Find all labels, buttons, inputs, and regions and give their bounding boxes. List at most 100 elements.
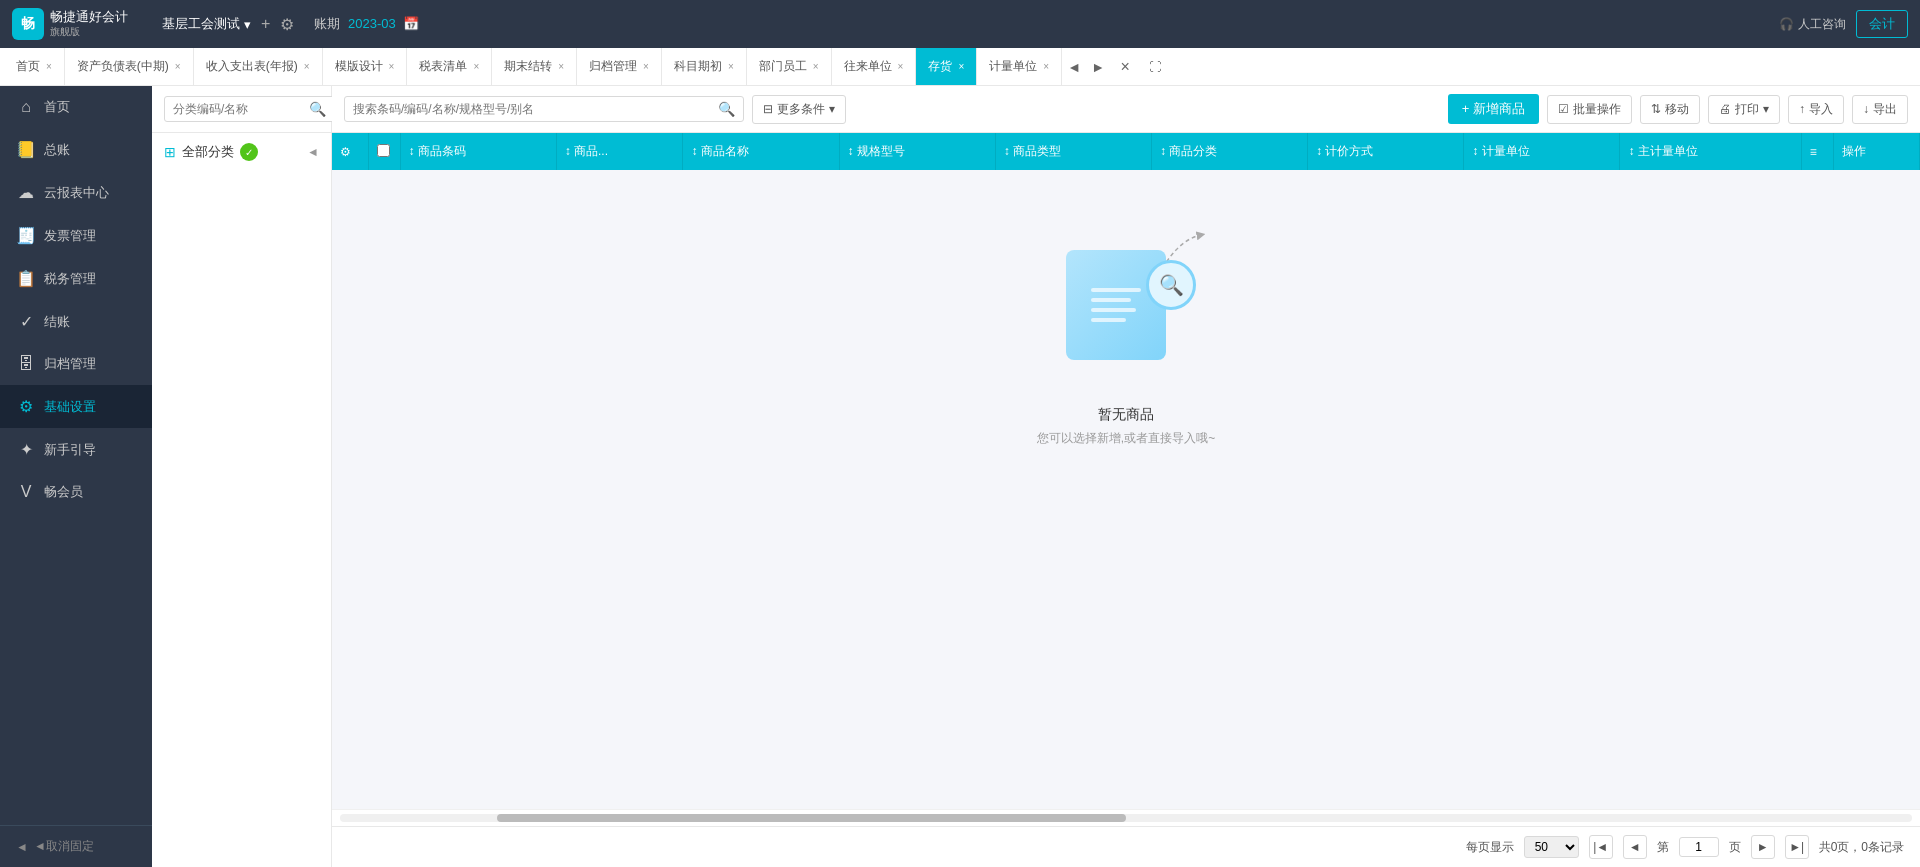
tab-subject[interactable]: 科目期初 × bbox=[662, 48, 747, 86]
scrollbar-track[interactable] bbox=[340, 814, 1912, 822]
calendar-icon[interactable]: 📅 bbox=[403, 16, 419, 31]
tab-tax-list[interactable]: 税表清单 × bbox=[407, 48, 492, 86]
tab-close-income[interactable]: × bbox=[304, 61, 310, 72]
col-more[interactable]: ≡ bbox=[1801, 133, 1833, 170]
sidebar-label-guide: 新手引导 bbox=[44, 441, 96, 459]
doc-lines bbox=[1075, 272, 1157, 338]
company-name: 基层工会测试 bbox=[162, 15, 240, 33]
tab-close-tax[interactable]: × bbox=[473, 61, 479, 72]
col-price-method[interactable]: ↕ 计价方式 bbox=[1308, 133, 1464, 170]
category-search-box[interactable]: 🔍 bbox=[164, 96, 335, 122]
tab-close-dept[interactable]: × bbox=[813, 61, 819, 72]
tab-expand-btn[interactable]: ⛶ bbox=[1140, 48, 1170, 86]
tab-close-archive[interactable]: × bbox=[643, 61, 649, 72]
page-next-btn[interactable]: ► bbox=[1751, 835, 1775, 859]
company-selector[interactable]: 基层工会测试 ▾ bbox=[162, 15, 251, 33]
tab-close-all-btn[interactable]: × bbox=[1110, 48, 1140, 86]
scrollbar-thumb[interactable] bbox=[497, 814, 1126, 822]
category-search-icon[interactable]: 🔍 bbox=[309, 101, 326, 117]
empty-subtitle: 您可以选择新增,或者直接导入哦~ bbox=[1037, 430, 1215, 447]
sidebar-label-invoice: 发票管理 bbox=[44, 227, 96, 245]
category-search-input[interactable] bbox=[173, 102, 303, 116]
account-btn[interactable]: 会计 bbox=[1856, 10, 1908, 38]
pagination-bar: 每页显示 50 100 200 |◄ ◄ 第 页 ► ►| 共0页，0条记录 bbox=[332, 826, 1920, 867]
col-barcode[interactable]: ↕ 商品条码 bbox=[400, 133, 556, 170]
sidebar-label-archive: 归档管理 bbox=[44, 355, 96, 373]
export-btn[interactable]: ↓ 导出 bbox=[1852, 95, 1908, 124]
sidebar-item-close[interactable]: ✓ 结账 bbox=[0, 300, 152, 343]
table-scroll-container[interactable]: ⚙ ↕ 商品条码 ↕ 商品... ↕ 商品名称 ↕ 规格型号 ↕ 商品类型 ↕ … bbox=[332, 133, 1920, 809]
tab-archive[interactable]: 归档管理 × bbox=[577, 48, 662, 86]
tab-contacts[interactable]: 往来单位 × bbox=[832, 48, 917, 86]
settings-icon[interactable]: ⚙ bbox=[280, 15, 294, 34]
sidebar-item-tax[interactable]: 📋 税务管理 bbox=[0, 257, 152, 300]
empty-doc-icon bbox=[1066, 250, 1166, 360]
main-search-box[interactable]: 🔍 bbox=[344, 96, 744, 122]
col-settings[interactable]: ⚙ bbox=[332, 133, 368, 170]
logo-sub: 旗舰版 bbox=[50, 25, 128, 39]
page-input[interactable] bbox=[1679, 837, 1719, 857]
sidebar-item-invoice[interactable]: 🧾 发票管理 bbox=[0, 214, 152, 257]
collapse-icon: ◄ bbox=[16, 840, 28, 854]
tab-income-report[interactable]: 收入支出表(年报) × bbox=[194, 48, 323, 86]
all-category-label: 全部分类 bbox=[182, 143, 234, 161]
service-btn[interactable]: 🎧 人工咨询 bbox=[1779, 16, 1846, 33]
import-btn[interactable]: ↑ 导入 bbox=[1788, 95, 1844, 124]
col-category[interactable]: ↕ 商品分类 bbox=[1151, 133, 1307, 170]
filter-btn[interactable]: ⊟ 更多条件 ▾ bbox=[752, 95, 846, 124]
page-first-btn[interactable]: |◄ bbox=[1589, 835, 1613, 859]
tab-unit[interactable]: 计量单位 × bbox=[977, 48, 1062, 86]
doc-line-2 bbox=[1091, 298, 1131, 302]
tab-close-balance[interactable]: × bbox=[175, 61, 181, 72]
tab-dept[interactable]: 部门员工 × bbox=[747, 48, 832, 86]
tab-close-inventory[interactable]: × bbox=[958, 61, 964, 72]
logo-icon: 畅 bbox=[12, 8, 44, 40]
tab-close-home[interactable]: × bbox=[46, 61, 52, 72]
tab-next-btn[interactable]: ► bbox=[1086, 48, 1110, 86]
col-checkbox[interactable] bbox=[368, 133, 400, 170]
col-type[interactable]: ↕ 商品类型 bbox=[995, 133, 1151, 170]
sidebar-item-archive[interactable]: 🗄 归档管理 bbox=[0, 343, 152, 385]
sidebar-item-reports[interactable]: ☁ 云报表中心 bbox=[0, 171, 152, 214]
left-panel: 🔍 ⊞ 全部分类 ✓ ◄ bbox=[152, 86, 332, 867]
page-size-select[interactable]: 50 100 200 bbox=[1524, 836, 1579, 858]
tab-home[interactable]: 首页 × bbox=[4, 48, 65, 86]
col-main-unit[interactable]: ↕ 主计量单位 bbox=[1620, 133, 1801, 170]
move-btn[interactable]: ⇅ 移动 bbox=[1640, 95, 1700, 124]
tab-close-unit[interactable]: × bbox=[1043, 61, 1049, 72]
category-all-item[interactable]: ⊞ 全部分类 ✓ ◄ bbox=[152, 133, 331, 171]
panel-collapse-btn[interactable]: ◄ bbox=[307, 145, 319, 159]
sidebar-item-member[interactable]: V 畅会员 bbox=[0, 471, 152, 513]
col-name[interactable]: ↕ 商品名称 bbox=[683, 133, 839, 170]
page-prev-btn[interactable]: ◄ bbox=[1623, 835, 1647, 859]
tab-close-contacts[interactable]: × bbox=[898, 61, 904, 72]
main-search-input[interactable] bbox=[353, 102, 712, 116]
tab-inventory[interactable]: 存货 × bbox=[916, 48, 977, 86]
tab-period-close[interactable]: 期末结转 × bbox=[492, 48, 577, 86]
add-product-btn[interactable]: + 新增商品 bbox=[1448, 94, 1539, 124]
add-company-btn[interactable]: + bbox=[261, 15, 270, 33]
main-search-icon[interactable]: 🔍 bbox=[718, 101, 735, 117]
sidebar-item-ledger[interactable]: 📒 总账 bbox=[0, 128, 152, 171]
tab-balance-sheet[interactable]: 资产负债表(中期) × bbox=[65, 48, 194, 86]
col-action[interactable]: 操作 bbox=[1833, 133, 1919, 170]
sidebar-label-close: 结账 bbox=[44, 313, 70, 331]
tab-template[interactable]: 模版设计 × bbox=[323, 48, 408, 86]
sidebar-item-home[interactable]: ⌂ 首页 bbox=[0, 86, 152, 128]
col-unit[interactable]: ↕ 计量单位 bbox=[1464, 133, 1620, 170]
sidebar-item-settings[interactable]: ⚙ 基础设置 bbox=[0, 385, 152, 428]
page-last-btn[interactable]: ►| bbox=[1785, 835, 1809, 859]
col-spec[interactable]: ↕ 规格型号 bbox=[839, 133, 995, 170]
sidebar-item-guide[interactable]: ✦ 新手引导 bbox=[0, 428, 152, 471]
print-btn[interactable]: 🖨 打印 ▾ bbox=[1708, 95, 1780, 124]
tab-prev-btn[interactable]: ◄ bbox=[1062, 48, 1086, 86]
tab-close-template[interactable]: × bbox=[389, 61, 395, 72]
batch-btn[interactable]: ☑ 批量操作 bbox=[1547, 95, 1632, 124]
sidebar-collapse-btn[interactable]: ◄ ◄取消固定 bbox=[0, 825, 152, 867]
select-all-checkbox[interactable] bbox=[377, 144, 390, 157]
empty-illustration: 🔍 bbox=[1046, 230, 1206, 390]
col-code[interactable]: ↕ 商品... bbox=[556, 133, 683, 170]
tab-close-subject[interactable]: × bbox=[728, 61, 734, 72]
tab-close-period[interactable]: × bbox=[558, 61, 564, 72]
batch-icon: ☑ bbox=[1558, 102, 1569, 116]
